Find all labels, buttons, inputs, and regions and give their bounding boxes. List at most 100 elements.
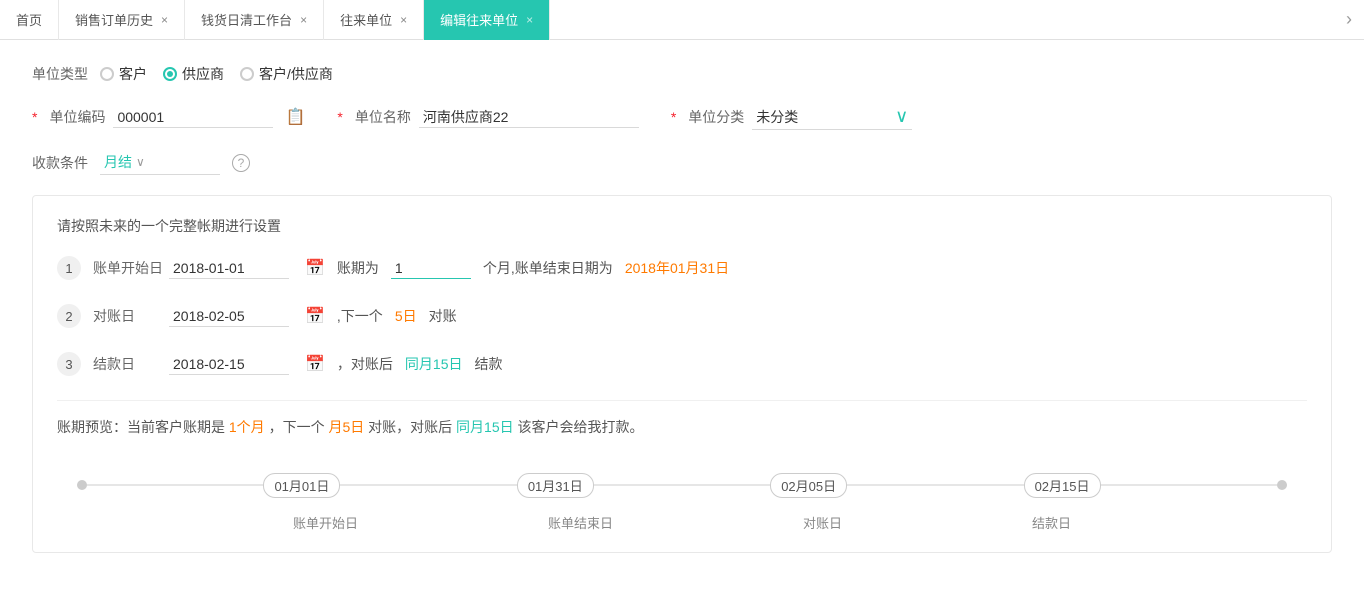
unit-code-label: 单位编码 (49, 107, 105, 127)
period-highlight-day-3: 同月15日 (405, 354, 463, 374)
main-content: 单位类型 客户 供应商 客户/供应商 * 单位编码 📋 * (0, 40, 1364, 608)
timeline-node-1: 01月01日 (263, 473, 340, 498)
tab-partner[interactable]: 往来单位 × (324, 0, 424, 40)
tab-edit-partner-label: 编辑往来单位 (440, 10, 518, 29)
payment-terms-label: 收款条件 (32, 153, 88, 173)
timeline-labels-row: 账单开始日 账单结束日 对账日 结款日 (77, 513, 1287, 532)
period-calendar-icon-3[interactable]: 📅 (305, 354, 325, 374)
tab-home[interactable]: 首页 (0, 0, 59, 40)
preview-prefix: 账期预览：当前客户账期是 (57, 419, 225, 435)
tab-partner-close[interactable]: × (400, 13, 407, 27)
unit-type-label: 单位类型 (32, 64, 88, 84)
period-num-2: 2 (57, 304, 81, 328)
tab-sales-order-label: 销售订单历史 (75, 10, 153, 29)
radio-customer-circle (100, 67, 114, 81)
payment-terms-select[interactable]: 月结 ∨ (100, 150, 220, 175)
preview-orange1: 1个月 (229, 419, 265, 435)
tab-sales-order-history[interactable]: 销售订单历史 × (59, 0, 185, 40)
tab-cash-work-close[interactable]: × (300, 13, 307, 27)
timeline-label-1: 账单开始日 (293, 513, 358, 532)
timeline-label-4: 结款日 (1032, 513, 1071, 532)
timeline-pill-3: 02月05日 (770, 473, 847, 498)
timeline-pill-2: 01月31日 (517, 473, 594, 498)
timeline-node-4: 02月15日 (1024, 473, 1101, 498)
tab-sales-order-close[interactable]: × (161, 13, 168, 27)
period-field-label-3: 结款日 (93, 354, 157, 374)
tab-cash-work-label: 钱货日清工作台 (201, 10, 292, 29)
timeline-pill-4: 02月15日 (1024, 473, 1101, 498)
unit-code-group: * 单位编码 📋 (32, 107, 305, 128)
period-highlight-date-1: 2018年01月31日 (625, 258, 729, 278)
period-prefix-2: ,下一个 (337, 306, 383, 326)
timeline-section: 01月01日 01月31日 02月05日 02月15日 (57, 465, 1307, 532)
preview-orange2: 月5日 (328, 419, 364, 435)
radio-supplier-label: 供应商 (182, 64, 224, 84)
tab-edit-partner[interactable]: 编辑往来单位 × (424, 0, 550, 40)
radio-customer[interactable]: 客户 (100, 64, 147, 84)
timeline-node-3: 02月05日 (770, 473, 847, 498)
period-row-3: 3 结款日 📅 ，对账后 同月15日 结款 (57, 352, 1307, 376)
period-field-label-2: 对账日 (93, 306, 157, 326)
radio-supplier-circle (163, 67, 177, 81)
period-num-1: 1 (57, 256, 81, 280)
timeline-pill-1: 01月01日 (263, 473, 340, 498)
unit-name-label: 单位名称 (355, 107, 411, 127)
section-title: 请按照未来的一个完整帐期进行设置 (57, 216, 1307, 236)
period-calendar-icon-2[interactable]: 📅 (305, 306, 325, 326)
tabs-bar: 首页 销售订单历史 × 钱货日清工作台 × 往来单位 × 编辑往来单位 × › (0, 0, 1364, 40)
period-month-input[interactable] (391, 258, 471, 279)
period-row-1: 1 账单开始日 📅 账期为 个月,账单结束日期为 2018年01月31日 (57, 256, 1307, 280)
timeline-start-dot (77, 480, 87, 490)
unit-name-input[interactable] (419, 107, 639, 128)
timeline-track: 01月01日 01月31日 02月05日 02月15日 (77, 465, 1287, 505)
unit-code-calendar-icon[interactable]: 📋 (285, 107, 305, 127)
unit-code-input[interactable] (113, 107, 273, 128)
radio-customer-label: 客户 (119, 64, 147, 84)
tabs-expand-button[interactable]: › (1334, 9, 1364, 30)
timeline-label-spacer-left (93, 513, 103, 532)
timeline-label-spacer-right (1261, 513, 1271, 532)
period-date-input-2[interactable] (169, 306, 289, 327)
unit-category-select[interactable]: 未分类 ∨ (752, 104, 912, 130)
unit-category-star: * (671, 109, 676, 125)
period-prefix-1: 账期为 (337, 258, 379, 278)
help-icon[interactable]: ? (232, 154, 250, 172)
timeline-points: 01月01日 01月31日 02月05日 02月15日 (77, 473, 1287, 498)
unit-name-star: * (337, 109, 342, 125)
period-highlight-day-2: 5日 (395, 306, 417, 326)
preview-mid1: ，下一个 (269, 419, 325, 435)
period-calendar-icon-1[interactable]: 📅 (305, 258, 325, 278)
unit-code-star: * (32, 109, 37, 125)
preview-suffix: 该客户会给我打款。 (518, 419, 644, 435)
period-suffix-1: 个月,账单结束日期为 (483, 258, 613, 278)
timeline-label-3: 对账日 (803, 513, 842, 532)
timeline-end-dot (1277, 480, 1287, 490)
preview-mid2: 对账，对账后 (368, 419, 452, 435)
unit-type-radio-group: 客户 供应商 客户/供应商 (100, 64, 333, 84)
period-date-input-3[interactable] (169, 354, 289, 375)
code-name-category-row: * 单位编码 📋 * 单位名称 * 单位分类 未分类 ∨ (32, 104, 1332, 130)
tab-home-label: 首页 (16, 10, 42, 29)
timeline-right-end (1277, 473, 1287, 498)
period-suffix-2: 对账 (429, 306, 457, 326)
radio-both-label: 客户/供应商 (259, 64, 333, 84)
tab-cash-work[interactable]: 钱货日清工作台 × (185, 0, 324, 40)
unit-category-value: 未分类 (756, 107, 895, 127)
timeline-node-2: 01月31日 (517, 473, 594, 498)
period-num-3: 3 (57, 352, 81, 376)
payment-terms-value: 月结 (104, 152, 132, 172)
tab-edit-partner-close[interactable]: × (526, 13, 533, 27)
radio-supplier[interactable]: 供应商 (163, 64, 224, 84)
period-suffix-3: 结款 (475, 354, 503, 374)
preview-teal1: 同月15日 (456, 419, 514, 435)
period-field-label-1: 账单开始日 (93, 258, 157, 278)
period-date-input-1[interactable] (169, 258, 289, 279)
radio-both[interactable]: 客户/供应商 (240, 64, 333, 84)
unit-category-chevron-icon: ∨ (895, 106, 908, 127)
period-row-2: 2 对账日 📅 ,下一个 5日 对账 (57, 304, 1307, 328)
unit-type-row: 单位类型 客户 供应商 客户/供应商 (32, 64, 1332, 84)
period-section-box: 请按照未来的一个完整帐期进行设置 1 账单开始日 📅 账期为 个月,账单结束日期… (32, 195, 1332, 553)
payment-terms-chevron-icon: ∨ (136, 155, 145, 169)
tab-partner-label: 往来单位 (340, 10, 392, 29)
period-prefix-3: ，对账后 (337, 354, 393, 374)
